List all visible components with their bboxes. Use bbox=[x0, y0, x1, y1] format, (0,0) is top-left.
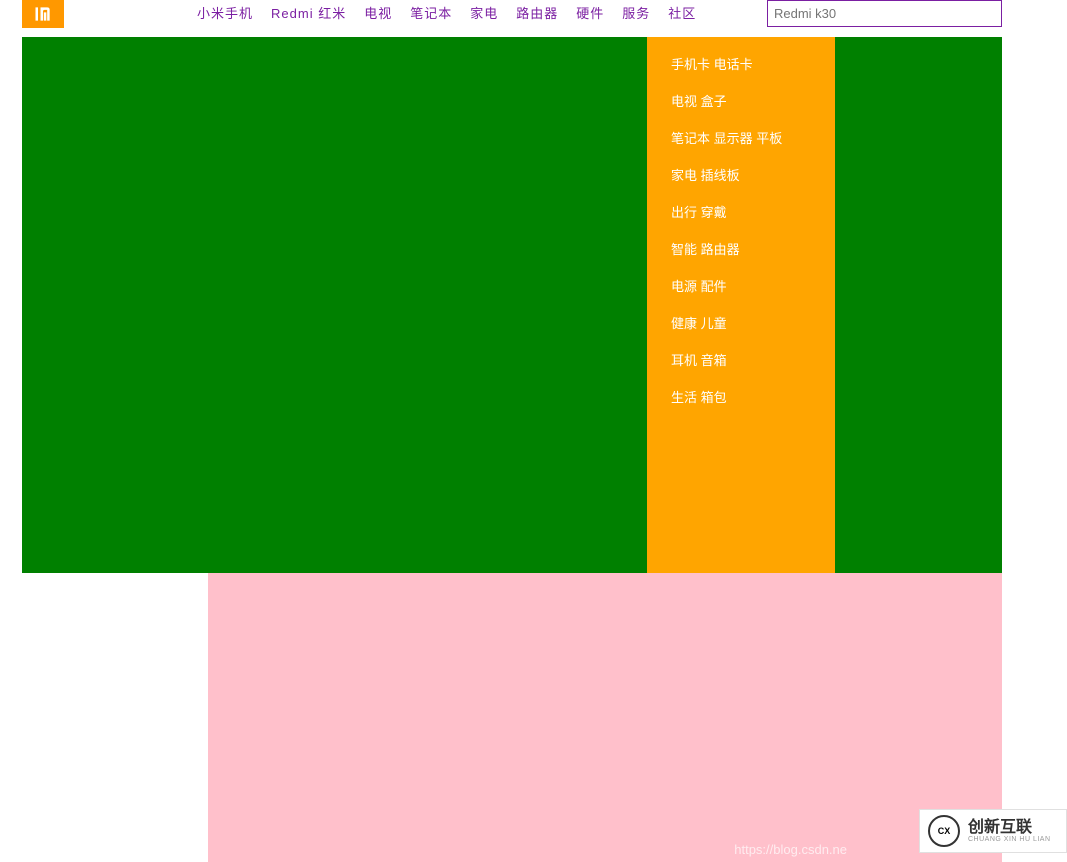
hero-banner: 手机卡 电话卡 电视 盒子 笔记本 显示器 平板 家电 插线板 出行 穿戴 智能… bbox=[22, 37, 1002, 573]
badge-main-text: 创新互联 bbox=[968, 820, 1051, 836]
menu-power[interactable]: 电源 配件 bbox=[647, 267, 835, 304]
content-section: https://blog.csdn.ne bbox=[208, 573, 1002, 862]
nav-community[interactable]: 社区 bbox=[659, 3, 705, 22]
menu-audio[interactable]: 耳机 音箱 bbox=[647, 341, 835, 378]
menu-tv-box[interactable]: 电视 盒子 bbox=[647, 82, 835, 119]
menu-appliance[interactable]: 家电 插线板 bbox=[647, 156, 835, 193]
nav-tv[interactable]: 电视 bbox=[355, 3, 401, 22]
nav-router[interactable]: 路由器 bbox=[507, 3, 567, 22]
nav-appliance[interactable]: 家电 bbox=[461, 3, 507, 22]
menu-phone-card[interactable]: 手机卡 电话卡 bbox=[647, 45, 835, 82]
badge-text-wrap: 创新互联 CHUANG XIN HU LIAN bbox=[968, 820, 1051, 843]
header: 小米手机 Redmi 红米 电视 笔记本 家电 路由器 硬件 服务 社区 bbox=[0, 0, 1067, 37]
badge-logo-icon: CX bbox=[928, 815, 960, 847]
nav-phone[interactable]: 小米手机 bbox=[188, 3, 262, 22]
search-input[interactable] bbox=[767, 0, 1002, 27]
brand-badge[interactable]: CX 创新互联 CHUANG XIN HU LIAN bbox=[919, 809, 1067, 853]
menu-laptop-display[interactable]: 笔记本 显示器 平板 bbox=[647, 119, 835, 156]
category-sidebar: 手机卡 电话卡 电视 盒子 笔记本 显示器 平板 家电 插线板 出行 穿戴 智能… bbox=[647, 37, 835, 573]
nav-service[interactable]: 服务 bbox=[613, 3, 659, 22]
badge-sub-text: CHUANG XIN HU LIAN bbox=[968, 836, 1051, 843]
menu-smart-router[interactable]: 智能 路由器 bbox=[647, 230, 835, 267]
mi-logo-icon bbox=[32, 4, 54, 24]
nav-redmi[interactable]: Redmi 红米 bbox=[262, 3, 355, 22]
nav-hardware[interactable]: 硬件 bbox=[567, 3, 613, 22]
main-nav: 小米手机 Redmi 红米 电视 笔记本 家电 路由器 硬件 服务 社区 bbox=[188, 0, 705, 22]
menu-health[interactable]: 健康 儿童 bbox=[647, 304, 835, 341]
mi-logo[interactable] bbox=[22, 0, 64, 28]
nav-laptop[interactable]: 笔记本 bbox=[401, 3, 461, 22]
menu-life[interactable]: 生活 箱包 bbox=[647, 378, 835, 415]
menu-wearable[interactable]: 出行 穿戴 bbox=[647, 193, 835, 230]
watermark-text: https://blog.csdn.ne bbox=[734, 842, 847, 857]
